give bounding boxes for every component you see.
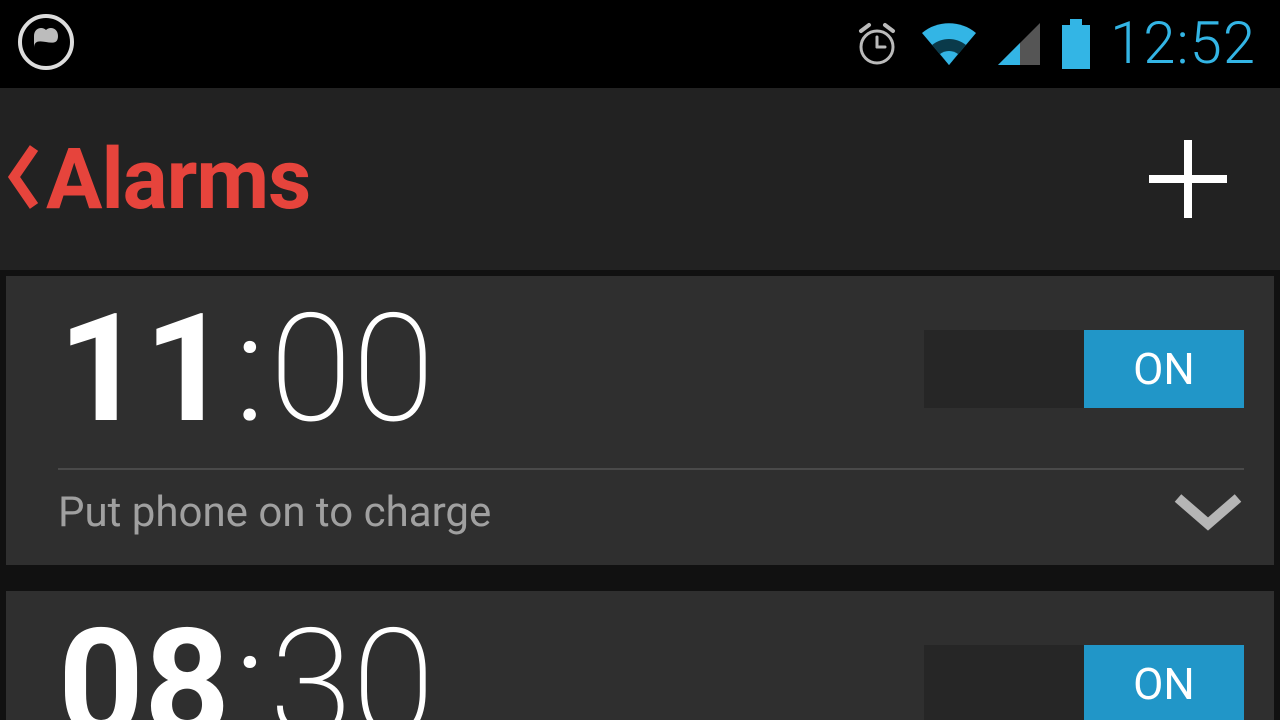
status-bar: 12:52 bbox=[0, 0, 1280, 88]
alarm-status-icon bbox=[852, 19, 902, 69]
alarm-time[interactable]: 08 : 30 bbox=[58, 609, 435, 720]
alarm-toggle[interactable]: ON bbox=[924, 645, 1244, 720]
back-icon[interactable] bbox=[6, 140, 40, 218]
alarm-time[interactable]: 11 : 00 bbox=[58, 294, 435, 444]
add-alarm-button[interactable] bbox=[1138, 129, 1238, 229]
alarm-colon: : bbox=[234, 609, 266, 720]
battery-status-icon bbox=[1060, 19, 1092, 69]
page-title: Alarms bbox=[46, 130, 310, 229]
status-clock: 12:52 bbox=[1110, 15, 1256, 73]
expand-button[interactable] bbox=[1172, 492, 1244, 534]
alarm-main-row: 11 : 00 ON bbox=[58, 294, 1244, 444]
action-bar: Alarms bbox=[0, 88, 1280, 270]
divider bbox=[58, 468, 1244, 470]
toggle-off-half bbox=[924, 330, 1084, 408]
alarm-colon: : bbox=[234, 294, 266, 444]
alarm-minute: 00 bbox=[270, 294, 435, 444]
alarm-hour: 11 bbox=[58, 294, 230, 444]
toggle-on-half: ON bbox=[1084, 330, 1244, 408]
snapdragon-logo-icon bbox=[16, 12, 76, 76]
alarm-minute: 30 bbox=[270, 609, 435, 720]
plus-icon bbox=[1145, 136, 1231, 222]
alarm-item[interactable]: 11 : 00 ON Put phone on to charge bbox=[6, 276, 1274, 565]
alarm-item[interactable]: 08 : 30 ON bbox=[6, 591, 1274, 720]
alarm-list: 11 : 00 ON Put phone on to charge bbox=[0, 270, 1280, 720]
alarm-label: Put phone on to charge bbox=[58, 488, 491, 537]
alarm-sub-row: Put phone on to charge bbox=[58, 488, 1244, 565]
alarm-toggle[interactable]: ON bbox=[924, 330, 1244, 408]
alarm-hour: 08 bbox=[58, 609, 230, 720]
wifi-status-icon bbox=[920, 21, 978, 67]
alarm-main-row: 08 : 30 ON bbox=[58, 609, 1244, 720]
chevron-down-icon bbox=[1172, 492, 1244, 534]
cell-signal-status-icon bbox=[996, 21, 1042, 67]
toggle-on-half: ON bbox=[1084, 645, 1244, 720]
toggle-off-half bbox=[924, 645, 1084, 720]
